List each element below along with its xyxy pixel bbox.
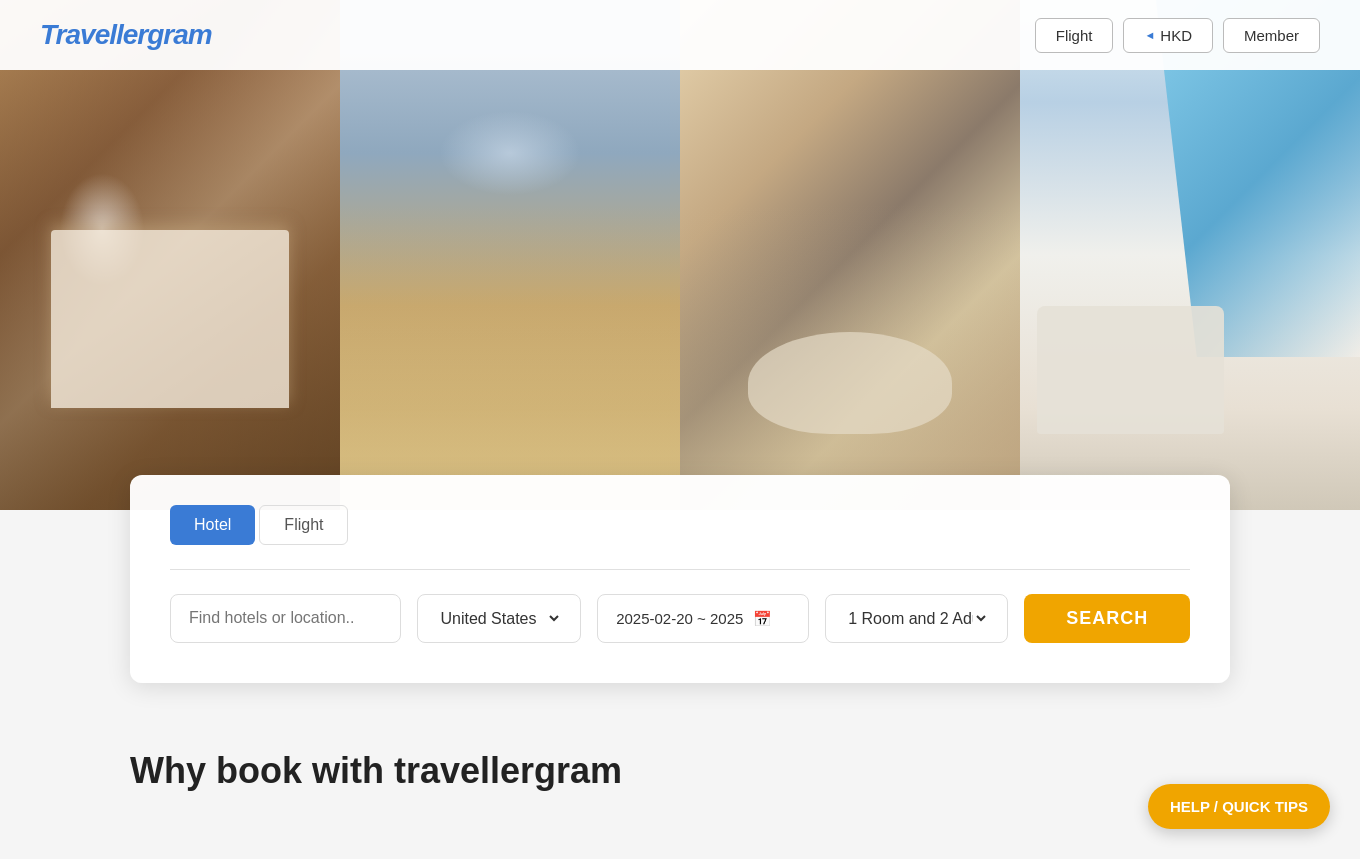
member-button[interactable]: Member (1223, 18, 1320, 53)
currency-label: HKD (1160, 27, 1192, 44)
flight-nav-button[interactable]: Flight (1035, 18, 1114, 53)
logo: Travellergram (40, 19, 212, 51)
search-fields: United States Hong Kong Japan United Kin… (170, 594, 1190, 643)
hero-image-4 (1020, 0, 1360, 510)
country-select-wrap[interactable]: United States Hong Kong Japan United Kin… (417, 594, 581, 643)
date-range-value: 2025-02-20 ~ 2025 (616, 610, 743, 627)
location-input-wrap[interactable] (170, 594, 401, 643)
why-section: Why book with travellergram (130, 750, 1230, 792)
room-select-wrap[interactable]: 1 Room and 1 Adult 1 Room and 2 Adult 2 … (825, 594, 1008, 643)
search-tabs: Hotel Flight (170, 505, 1190, 545)
location-input[interactable] (189, 609, 382, 627)
search-button[interactable]: SEARCH (1024, 594, 1190, 643)
hero-image-3 (680, 0, 1020, 510)
currency-arrow-icon: ◄ (1144, 29, 1155, 41)
search-panel: Hotel Flight United States Hong Kong Jap… (130, 475, 1230, 683)
country-select[interactable]: United States Hong Kong Japan United Kin… (436, 609, 562, 628)
calendar-icon: 📅 (753, 610, 772, 628)
room-select[interactable]: 1 Room and 1 Adult 1 Room and 2 Adult 2 … (844, 609, 989, 628)
tab-flight[interactable]: Flight (259, 505, 348, 545)
date-range-wrap[interactable]: 2025-02-20 ~ 2025 📅 (597, 594, 809, 643)
help-button[interactable]: HELP / QUICK TIPS (1148, 784, 1330, 829)
header: Travellergram Flight ◄ HKD Member (0, 0, 1360, 70)
header-nav: Flight ◄ HKD Member (1035, 18, 1320, 53)
why-title: Why book with travellergram (130, 750, 1230, 792)
hero-image-1 (0, 0, 340, 510)
hero-image-2 (340, 0, 680, 510)
currency-button[interactable]: ◄ HKD (1123, 18, 1213, 53)
tab-hotel[interactable]: Hotel (170, 505, 255, 545)
search-divider (170, 569, 1190, 570)
hero-section (0, 0, 1360, 510)
